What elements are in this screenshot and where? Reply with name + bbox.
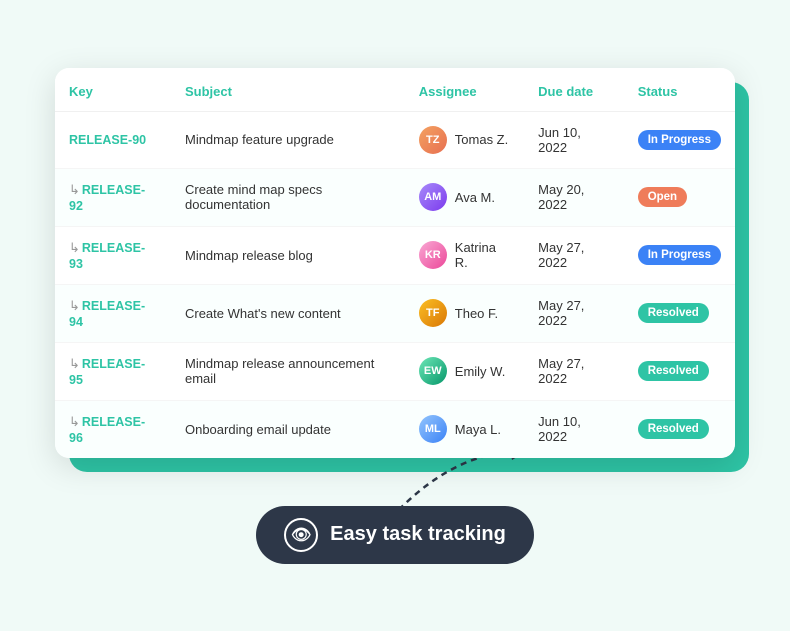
assignee-cell: AM Ava M. — [419, 183, 510, 211]
col-due-date: Due date — [524, 68, 624, 112]
status-badge: In Progress — [638, 245, 721, 265]
task-card: Key Subject Assignee Due date Status REL… — [55, 68, 735, 458]
cell-assignee: EW Emily W. — [405, 342, 524, 400]
label-text: Easy task tracking — [330, 523, 506, 546]
table-row: RELEASE-90 Mindmap feature upgrade TZ Tom… — [55, 111, 735, 168]
label-pill: 👁 Easy task tracking — [256, 506, 534, 564]
avatar: ML — [419, 415, 447, 443]
assignee-cell: ML Maya L. — [419, 415, 510, 443]
sub-icon: ↳ — [69, 414, 80, 429]
cell-key: ↳RELEASE-94 — [55, 284, 171, 342]
key-link[interactable]: RELEASE-96 — [69, 415, 145, 445]
avatar: EW — [419, 357, 447, 385]
status-badge: Resolved — [638, 361, 709, 381]
table-row: ↳RELEASE-96Onboarding email update ML Ma… — [55, 400, 735, 458]
cell-status: Resolved — [624, 284, 735, 342]
cell-assignee: ML Maya L. — [405, 400, 524, 458]
cell-subject: Mindmap release blog — [171, 226, 405, 284]
key-link[interactable]: RELEASE-90 — [69, 133, 146, 147]
main-container: Key Subject Assignee Due date Status REL… — [55, 68, 735, 458]
cell-status: Resolved — [624, 342, 735, 400]
assignee-cell: KR Katrina R. — [419, 240, 510, 270]
cell-due-date: Jun 10, 2022 — [524, 400, 624, 458]
assignee-name: Tomas Z. — [455, 132, 508, 147]
table-row: ↳RELEASE-94Create What's new content TF … — [55, 284, 735, 342]
assignee-name: Theo F. — [455, 306, 498, 321]
sub-icon: ↳ — [69, 182, 80, 197]
assignee-name: Maya L. — [455, 422, 501, 437]
cell-due-date: Jun 10, 2022 — [524, 111, 624, 168]
cell-due-date: May 20, 2022 — [524, 168, 624, 226]
avatar: TF — [419, 299, 447, 327]
cell-assignee: TZ Tomas Z. — [405, 111, 524, 168]
status-badge: In Progress — [638, 130, 721, 150]
cell-status: Resolved — [624, 400, 735, 458]
key-link[interactable]: RELEASE-95 — [69, 357, 145, 387]
cell-status: In Progress — [624, 111, 735, 168]
cell-assignee: KR Katrina R. — [405, 226, 524, 284]
cell-subject: Onboarding email update — [171, 400, 405, 458]
cell-due-date: May 27, 2022 — [524, 342, 624, 400]
assignee-cell: TZ Tomas Z. — [419, 126, 510, 154]
eye-icon: 👁 — [284, 518, 318, 552]
assignee-name: Emily W. — [455, 364, 506, 379]
table-body: RELEASE-90 Mindmap feature upgrade TZ Tom… — [55, 111, 735, 458]
cell-due-date: May 27, 2022 — [524, 284, 624, 342]
sub-icon: ↳ — [69, 240, 80, 255]
col-assignee: Assignee — [405, 68, 524, 112]
cell-key: ↳RELEASE-92 — [55, 168, 171, 226]
table-row: ↳RELEASE-93Mindmap release blog KR Katri… — [55, 226, 735, 284]
status-badge: Open — [638, 187, 687, 207]
cell-subject: Mindmap release announcement email — [171, 342, 405, 400]
cell-key: ↳RELEASE-93 — [55, 226, 171, 284]
assignee-cell: TF Theo F. — [419, 299, 510, 327]
avatar: KR — [419, 241, 447, 269]
table-header: Key Subject Assignee Due date Status — [55, 68, 735, 112]
cell-key: ↳RELEASE-96 — [55, 400, 171, 458]
col-key: Key — [55, 68, 171, 112]
table-row: ↳RELEASE-95Mindmap release announcement … — [55, 342, 735, 400]
key-link[interactable]: RELEASE-93 — [69, 241, 145, 271]
cell-status: In Progress — [624, 226, 735, 284]
status-badge: Resolved — [638, 303, 709, 323]
assignee-name: Ava M. — [455, 190, 495, 205]
avatar: AM — [419, 183, 447, 211]
cell-assignee: AM Ava M. — [405, 168, 524, 226]
col-subject: Subject — [171, 68, 405, 112]
cell-key: ↳RELEASE-95 — [55, 342, 171, 400]
cell-due-date: May 27, 2022 — [524, 226, 624, 284]
key-link[interactable]: RELEASE-94 — [69, 299, 145, 329]
sub-icon: ↳ — [69, 356, 80, 371]
task-table: Key Subject Assignee Due date Status REL… — [55, 68, 735, 458]
cell-subject: Mindmap feature upgrade — [171, 111, 405, 168]
assignee-cell: EW Emily W. — [419, 357, 510, 385]
assignee-name: Katrina R. — [455, 240, 510, 270]
status-badge: Resolved — [638, 419, 709, 439]
cell-assignee: TF Theo F. — [405, 284, 524, 342]
cell-subject: Create mind map specs documentation — [171, 168, 405, 226]
key-link[interactable]: RELEASE-92 — [69, 183, 145, 213]
cell-subject: Create What's new content — [171, 284, 405, 342]
cell-key: RELEASE-90 — [55, 111, 171, 168]
bottom-area: 👁 Easy task tracking — [256, 506, 534, 564]
cell-status: Open — [624, 168, 735, 226]
table-row: ↳RELEASE-92Create mind map specs documen… — [55, 168, 735, 226]
col-status: Status — [624, 68, 735, 112]
avatar: TZ — [419, 126, 447, 154]
sub-icon: ↳ — [69, 298, 80, 313]
